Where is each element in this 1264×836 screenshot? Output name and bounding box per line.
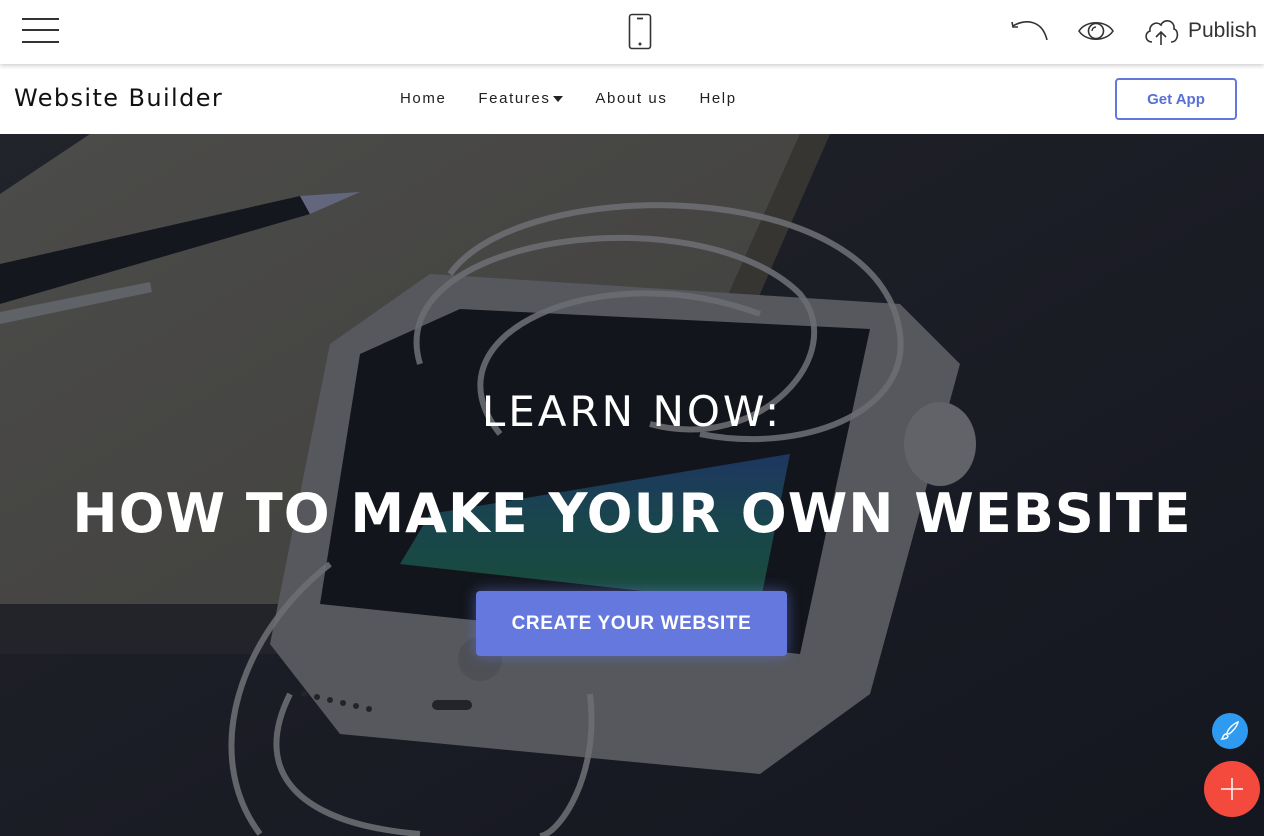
- editor-toolbar: Publish: [0, 0, 1264, 64]
- nav-link-label: Home: [400, 90, 447, 107]
- nav-link-label: Features: [478, 90, 551, 107]
- site-navbar: Website Builder Home Features About us H…: [0, 64, 1264, 134]
- nav-link-label: Help: [699, 90, 737, 107]
- publish-button[interactable]: Publish: [1142, 14, 1257, 48]
- nav-links: Home Features About us Help: [400, 90, 769, 107]
- hero-subtitle: LEARN NOW:: [481, 387, 783, 436]
- style-brush-button[interactable]: [1212, 713, 1248, 749]
- nav-link-features[interactable]: Features: [478, 90, 564, 107]
- eye-icon[interactable]: [1077, 18, 1115, 44]
- nav-link-about-us[interactable]: About us: [595, 90, 667, 107]
- caret-down-icon: [553, 95, 564, 102]
- cloud-upload-icon: [1145, 20, 1179, 45]
- plus-icon: [1221, 778, 1243, 800]
- hamburger-menu-icon[interactable]: [22, 16, 60, 44]
- nav-link-home[interactable]: Home: [400, 90, 446, 107]
- menu-line: [22, 41, 59, 43]
- publish-label: Publish: [1188, 19, 1257, 42]
- menu-line: [22, 29, 59, 31]
- hero-section: LEARN NOW: HOW TO MAKE YOUR OWN WEBSITE …: [0, 134, 1264, 836]
- paint-brush-icon: [1220, 720, 1239, 740]
- add-block-button[interactable]: [1204, 761, 1260, 817]
- hero-title: HOW TO MAKE YOUR OWN WEBSITE: [72, 482, 1192, 545]
- nav-link-help[interactable]: Help: [699, 90, 736, 107]
- menu-line: [22, 18, 59, 20]
- create-website-button[interactable]: CREATE YOUR WEBSITE: [476, 591, 787, 656]
- site-brand[interactable]: Website Builder: [14, 84, 223, 112]
- get-app-button[interactable]: Get App: [1115, 78, 1237, 120]
- mobile-phone-icon[interactable]: [628, 13, 652, 50]
- undo-arrow-icon[interactable]: [1010, 17, 1050, 43]
- nav-link-label: About us: [595, 90, 668, 107]
